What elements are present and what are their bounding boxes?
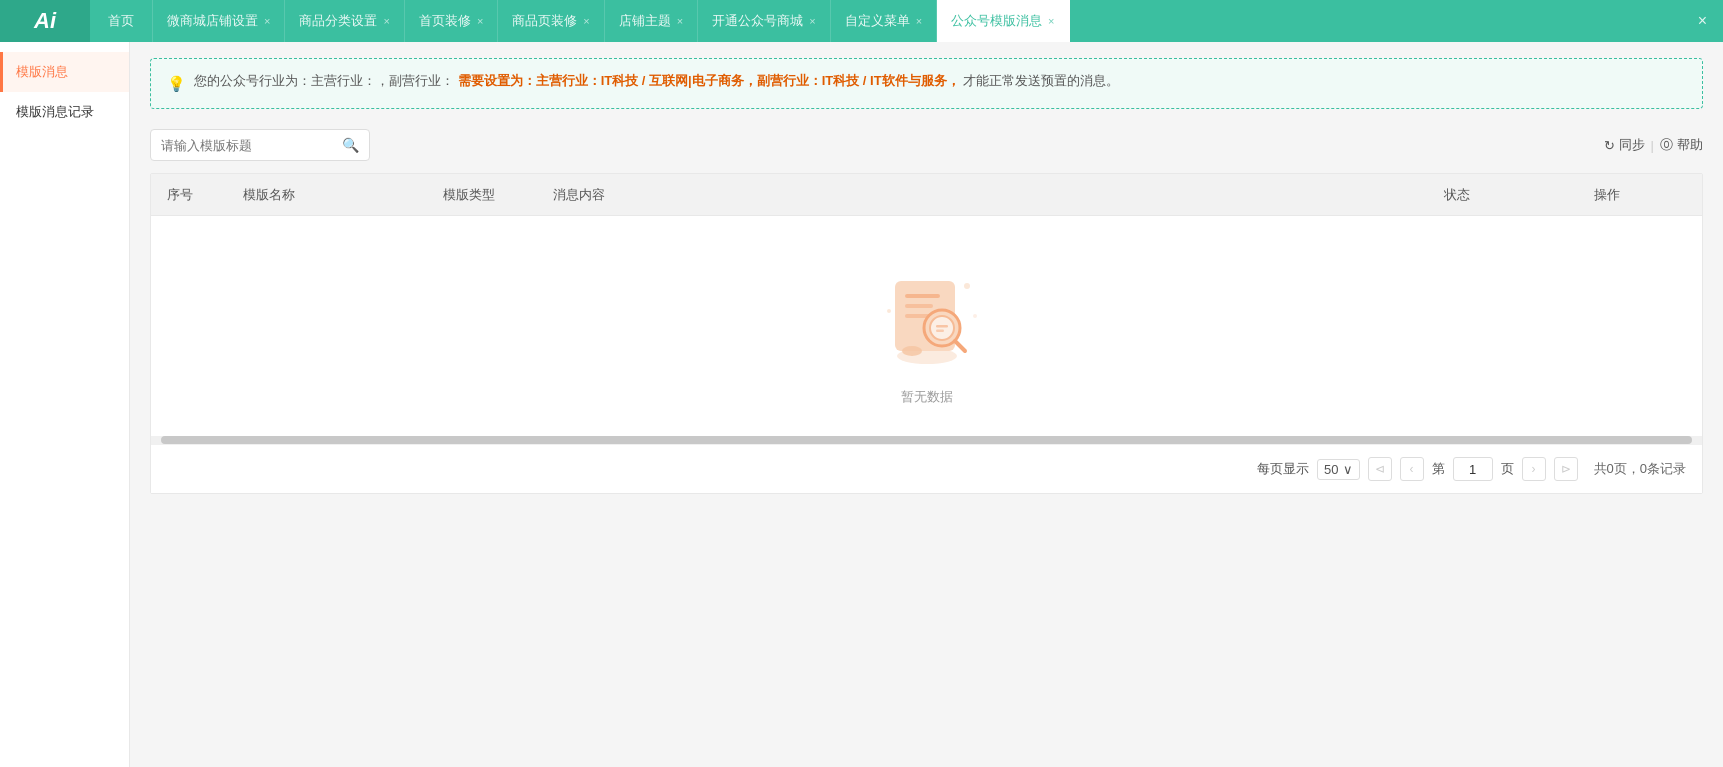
svg-rect-3 (905, 304, 933, 308)
tab-close-product-category[interactable]: × (383, 15, 389, 27)
tab-close-wechat-shop[interactable]: × (264, 15, 270, 27)
tab-home[interactable]: 首页 (90, 0, 153, 42)
search-icon[interactable]: 🔍 (342, 137, 359, 153)
tab-close-homepage-decor[interactable]: × (477, 15, 483, 27)
scrollbar-thumb[interactable] (161, 436, 1692, 444)
data-table: 序号 模版名称 模版类型 消息内容 状态 操作 (150, 173, 1703, 494)
col-header-type: 模版类型 (431, 186, 541, 204)
next-page-button[interactable]: › (1522, 457, 1546, 481)
empty-text: 暂无数据 (901, 388, 953, 406)
search-bar: 🔍 ↻ 同步 | ⓪ 帮助 (150, 129, 1703, 161)
tab-open-mall[interactable]: 开通公众号商城 × (698, 0, 830, 42)
page-size-label: 每页显示 (1257, 460, 1309, 478)
total-info: 共0页，0条记录 (1594, 460, 1686, 478)
tab-product-decor[interactable]: 商品页装修 × (498, 0, 604, 42)
page-label-prefix: 第 (1432, 460, 1445, 478)
notice-highlight: 需要设置为：主营行业：IT科技 / 互联网|电子商务，副营行业：IT科技 / I… (458, 73, 960, 88)
col-header-seq: 序号 (151, 186, 231, 204)
svg-rect-9 (936, 330, 944, 333)
search-input-wrap[interactable]: 🔍 (150, 129, 370, 161)
top-navbar: Ai 首页微商城店铺设置 ×商品分类设置 ×首页装修 ×商品页装修 ×店铺主题 … (0, 0, 1723, 42)
col-header-status: 状态 (1432, 186, 1582, 204)
notice-icon: 💡 (167, 72, 186, 96)
tab-template-msg[interactable]: 公众号模版消息 × (937, 0, 1069, 42)
notice-suffix: 才能正常发送预置的消息。 (963, 73, 1119, 88)
notice-banner: 💡 您的公众号行业为：主营行业：，副营行业： 需要设置为：主营行业：IT科技 /… (150, 58, 1703, 109)
search-input[interactable] (161, 138, 342, 153)
tab-bar: 首页微商城店铺设置 ×商品分类设置 ×首页装修 ×商品页装修 ×店铺主题 ×开通… (90, 0, 1682, 42)
notice-prefix: 您的公众号行业为：主营行业：，副营行业： (194, 73, 454, 88)
tab-shop-theme[interactable]: 店铺主题 × (605, 0, 698, 42)
svg-point-6 (930, 316, 954, 340)
sync-label: 同步 (1619, 136, 1645, 154)
prev-page-button[interactable]: ‹ (1400, 457, 1424, 481)
first-page-button[interactable]: ⊲ (1368, 457, 1392, 481)
global-close-button[interactable]: × (1682, 12, 1723, 30)
help-label: 帮助 (1677, 136, 1703, 154)
main-content: 💡 您的公众号行业为：主营行业：，副营行业： 需要设置为：主营行业：IT科技 /… (130, 42, 1723, 767)
tab-close-product-decor[interactable]: × (583, 15, 589, 27)
col-header-action: 操作 (1582, 186, 1702, 204)
tab-product-category[interactable]: 商品分类设置 × (285, 0, 404, 42)
svg-point-12 (887, 309, 891, 313)
tab-close-custom-menu[interactable]: × (916, 15, 922, 27)
table-header: 序号 模版名称 模版类型 消息内容 状态 操作 (151, 174, 1702, 216)
main-layout: 模版消息模版消息记录 💡 您的公众号行业为：主营行业：，副营行业： 需要设置为：… (0, 42, 1723, 767)
help-button[interactable]: ⓪ 帮助 (1660, 136, 1703, 154)
help-icon: ⓪ (1660, 136, 1673, 154)
page-label-suffix: 页 (1501, 460, 1514, 478)
svg-point-11 (964, 283, 970, 289)
tab-wechat-shop[interactable]: 微商城店铺设置 × (153, 0, 285, 42)
tab-close-shop-theme[interactable]: × (677, 15, 683, 27)
empty-illustration (867, 256, 987, 376)
notice-text: 您的公众号行业为：主营行业：，副营行业： 需要设置为：主营行业：IT科技 / 互… (194, 71, 1119, 92)
last-page-button[interactable]: ⊳ (1554, 457, 1578, 481)
svg-rect-8 (936, 325, 948, 328)
sidebar-item-template-record[interactable]: 模版消息记录 (0, 92, 129, 132)
sidebar: 模版消息模版消息记录 (0, 42, 130, 767)
page-size-chevron: ∨ (1343, 462, 1353, 477)
sidebar-item-template-msg[interactable]: 模版消息 (0, 52, 129, 92)
tab-close-open-mall[interactable]: × (809, 15, 815, 27)
app-logo: Ai (0, 0, 90, 42)
page-size-value: 50 (1324, 462, 1338, 477)
sync-icon: ↻ (1604, 138, 1615, 153)
empty-state: 暂无数据 (151, 216, 1702, 436)
svg-point-10 (902, 346, 922, 356)
tab-custom-menu[interactable]: 自定义菜单 × (831, 0, 937, 42)
svg-line-7 (955, 341, 965, 351)
svg-point-13 (973, 314, 977, 318)
pagination: 每页显示 50 ∨ ⊲ ‹ 第 页 › ⊳ 共0页，0条记录 (151, 444, 1702, 493)
tab-close-template-msg[interactable]: × (1048, 15, 1054, 27)
current-page-input[interactable] (1453, 457, 1493, 481)
page-size-select[interactable]: 50 ∨ (1317, 459, 1359, 480)
toolbar-right: ↻ 同步 | ⓪ 帮助 (1604, 136, 1703, 154)
col-header-content: 消息内容 (541, 186, 1432, 204)
toolbar-divider: | (1651, 138, 1654, 153)
col-header-name: 模版名称 (231, 186, 431, 204)
sync-button[interactable]: ↻ 同步 (1604, 136, 1645, 154)
tab-homepage-decor[interactable]: 首页装修 × (405, 0, 498, 42)
svg-rect-2 (905, 294, 940, 298)
horizontal-scrollbar[interactable] (151, 436, 1702, 444)
